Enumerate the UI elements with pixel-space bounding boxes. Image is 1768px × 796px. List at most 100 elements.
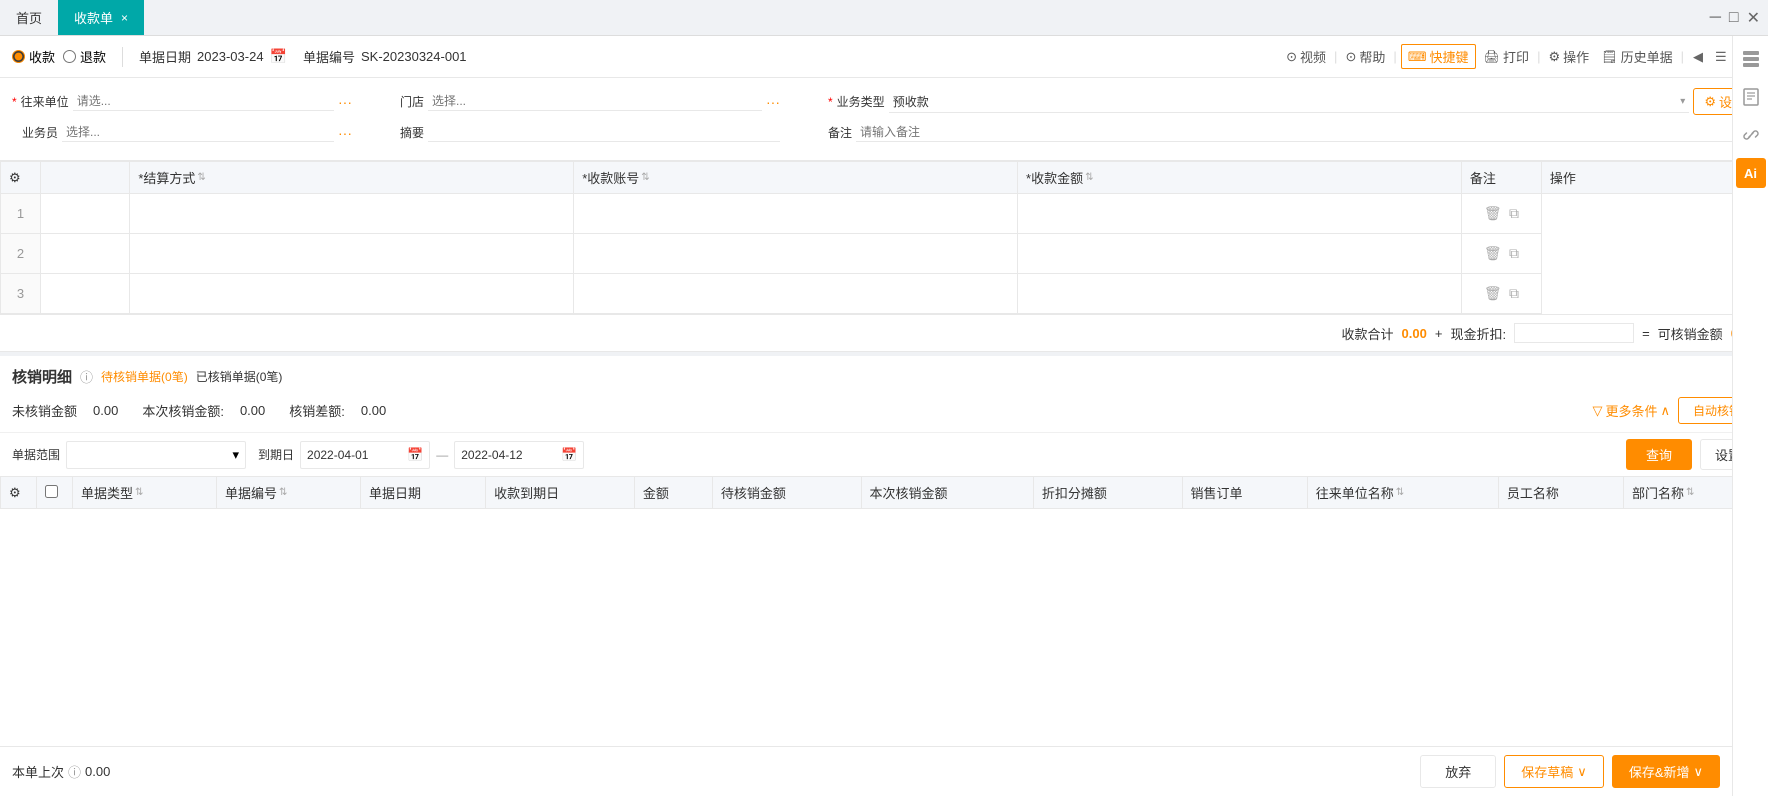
tab-home[interactable]: 首页 bbox=[0, 0, 58, 35]
available-label: 可核销金额 bbox=[1658, 324, 1723, 343]
unverified-value: 0.00 bbox=[93, 403, 118, 418]
verified-link[interactable]: 已核销单据(0笔) bbox=[196, 368, 283, 385]
history-btn[interactable]: 🗒 历史单据 bbox=[1597, 45, 1677, 68]
summary-row: 收款合计 0.00 + 现金折扣: = 可核销金额 0.00 bbox=[0, 315, 1768, 352]
date-from-input[interactable] bbox=[307, 448, 407, 462]
chevron-up-icon: ∧ bbox=[1660, 403, 1670, 419]
video-btn[interactable]: ⊙ 视频 bbox=[1282, 45, 1330, 68]
date-from-calendar-icon[interactable]: 📅 bbox=[407, 447, 423, 463]
row-1-remark[interactable] bbox=[1018, 194, 1462, 234]
receipt-radio[interactable]: 收款 bbox=[12, 47, 55, 66]
note-input[interactable] bbox=[856, 123, 1756, 142]
row-2-amount[interactable] bbox=[574, 234, 1018, 274]
summary-input[interactable] bbox=[428, 123, 780, 142]
window-close-button[interactable]: ✕ bbox=[1747, 8, 1760, 28]
settings-gear-icon[interactable]: ⚙ bbox=[9, 170, 21, 185]
pending-link[interactable]: 待核销单据(0笔) bbox=[101, 368, 188, 385]
sidebar-ai-icon[interactable]: Ai bbox=[1736, 158, 1766, 188]
receipt-radio-input[interactable] bbox=[12, 50, 25, 63]
window-controls: ─ □ ✕ bbox=[1710, 8, 1768, 28]
layout-list-icon[interactable]: ☰ bbox=[1710, 47, 1732, 67]
row-3-delete-icon[interactable]: 🗑 bbox=[1484, 285, 1502, 301]
query-button[interactable]: 查询 bbox=[1626, 439, 1692, 470]
number-sort-icon[interactable]: ⇅ bbox=[279, 487, 287, 498]
abandon-button[interactable]: 放弃 bbox=[1420, 755, 1496, 788]
bottom-col-staff: 员工名称 bbox=[1498, 477, 1623, 509]
row-1-account[interactable] bbox=[130, 194, 574, 234]
type-sort-icon[interactable]: ⇅ bbox=[135, 487, 143, 498]
discount-input[interactable] bbox=[1514, 323, 1634, 343]
row-3-account[interactable] bbox=[130, 274, 574, 314]
refund-radio[interactable]: 退款 bbox=[63, 47, 106, 66]
bottom-col-due-date: 收款到期日 bbox=[486, 477, 635, 509]
footer-info-value: 0.00 bbox=[85, 764, 110, 779]
row-3-copy-icon[interactable]: ⧉ bbox=[1509, 285, 1519, 301]
shortcut-btn[interactable]: ⌨ 快捷键 bbox=[1401, 44, 1476, 69]
tab-home-label: 首页 bbox=[16, 8, 42, 27]
row-1-amount[interactable] bbox=[574, 194, 1018, 234]
window-min-button[interactable]: ─ bbox=[1710, 9, 1721, 27]
bottom-col-settings[interactable]: ⚙ bbox=[1, 477, 37, 509]
account-sort-icon[interactable]: ⇅ bbox=[641, 172, 649, 183]
sidebar-table-icon[interactable] bbox=[1736, 44, 1766, 74]
footer-info-icon: ⓘ bbox=[68, 762, 81, 781]
refund-radio-input[interactable] bbox=[63, 50, 76, 63]
calendar-icon[interactable]: 📅 bbox=[270, 48, 287, 65]
tab-close-icon[interactable]: × bbox=[121, 11, 128, 25]
verification-info-icon[interactable]: ⓘ bbox=[80, 367, 93, 386]
help-btn[interactable]: ⊙ 帮助 bbox=[1341, 45, 1389, 68]
print-btn[interactable]: 🖨 打印 bbox=[1480, 45, 1534, 68]
row-3-remark[interactable] bbox=[1018, 274, 1462, 314]
history-icon: 🗒 bbox=[1601, 49, 1618, 65]
bottom-col-date: 单据日期 bbox=[360, 477, 485, 509]
range-select-wrap[interactable]: ▾ bbox=[66, 441, 246, 469]
date-to-calendar-icon[interactable]: 📅 bbox=[561, 447, 577, 463]
staff-ellipsis-btn[interactable]: ··· bbox=[338, 125, 352, 141]
row-2-copy-icon[interactable]: ⧉ bbox=[1509, 245, 1519, 261]
table-row: 2 🗑 ⧉ bbox=[1, 234, 1768, 274]
bottom-settings-icon[interactable]: ⚙ bbox=[9, 485, 21, 500]
sidebar-link-icon[interactable] bbox=[1736, 120, 1766, 150]
toolbar-divider-1 bbox=[122, 47, 123, 67]
sidebar-document-icon[interactable] bbox=[1736, 82, 1766, 112]
row-1-settlement[interactable] bbox=[41, 194, 130, 234]
bottom-table-header: ⚙ 单据类型 ⇅ 单据编号 bbox=[1, 477, 1768, 509]
layout-prev-icon[interactable]: ◀ bbox=[1688, 47, 1708, 67]
settlement-sort-icon[interactable]: ⇅ bbox=[197, 172, 205, 183]
business-dropdown-icon[interactable]: ▾ bbox=[1676, 96, 1689, 107]
row-2-delete-icon[interactable]: 🗑 bbox=[1484, 245, 1502, 261]
store-ellipsis-btn[interactable]: ··· bbox=[766, 94, 780, 110]
bottom-col-amount: 金额 bbox=[634, 477, 712, 509]
partner-sort-icon[interactable]: ⇅ bbox=[1396, 487, 1404, 498]
unverified-label: 未核销金额 bbox=[12, 401, 77, 420]
row-2-actions: 🗑 ⧉ bbox=[1461, 234, 1541, 274]
business-select-wrap[interactable]: 预收款 ▾ bbox=[889, 91, 1690, 113]
save-draft-button[interactable]: 保存草稿 ∨ bbox=[1504, 755, 1604, 788]
col-amount-header: *收款金额 ⇅ bbox=[1018, 162, 1462, 194]
select-all-checkbox[interactable] bbox=[45, 485, 58, 498]
row-1-delete-icon[interactable]: 🗑 bbox=[1484, 205, 1502, 221]
bottom-col-checkbox[interactable] bbox=[37, 477, 73, 509]
save-new-button[interactable]: 保存&新增 ∨ bbox=[1612, 755, 1720, 788]
more-conditions-btn[interactable]: ▽ 更多条件 ∧ bbox=[1592, 401, 1670, 420]
amount-sort-icon[interactable]: ⇅ bbox=[1085, 172, 1093, 183]
due-date-label: 到期日 bbox=[258, 446, 294, 463]
row-2-remark[interactable] bbox=[1018, 234, 1462, 274]
range-dropdown-icon[interactable]: ▾ bbox=[232, 447, 239, 463]
tab-receipt[interactable]: 收款单 × bbox=[58, 0, 144, 35]
window-max-button[interactable]: □ bbox=[1729, 9, 1739, 27]
dept-sort-icon[interactable]: ⇅ bbox=[1686, 487, 1694, 498]
staff-input[interactable] bbox=[62, 123, 334, 142]
row-3-amount[interactable] bbox=[574, 274, 1018, 314]
store-input[interactable] bbox=[428, 92, 762, 111]
partner-input[interactable] bbox=[73, 92, 334, 111]
date-to-input[interactable] bbox=[461, 448, 561, 462]
operation-btn[interactable]: ⚙ 操作 bbox=[1544, 45, 1593, 68]
row-2-settlement[interactable] bbox=[41, 234, 130, 274]
partner-ellipsis-btn[interactable]: ··· bbox=[338, 94, 352, 110]
col-remark-header: 备注 bbox=[1461, 162, 1541, 194]
row-2-account[interactable] bbox=[130, 234, 574, 274]
col-settings-header[interactable]: ⚙ bbox=[1, 162, 41, 194]
row-3-settlement[interactable] bbox=[41, 274, 130, 314]
row-1-copy-icon[interactable]: ⧉ bbox=[1509, 205, 1519, 221]
